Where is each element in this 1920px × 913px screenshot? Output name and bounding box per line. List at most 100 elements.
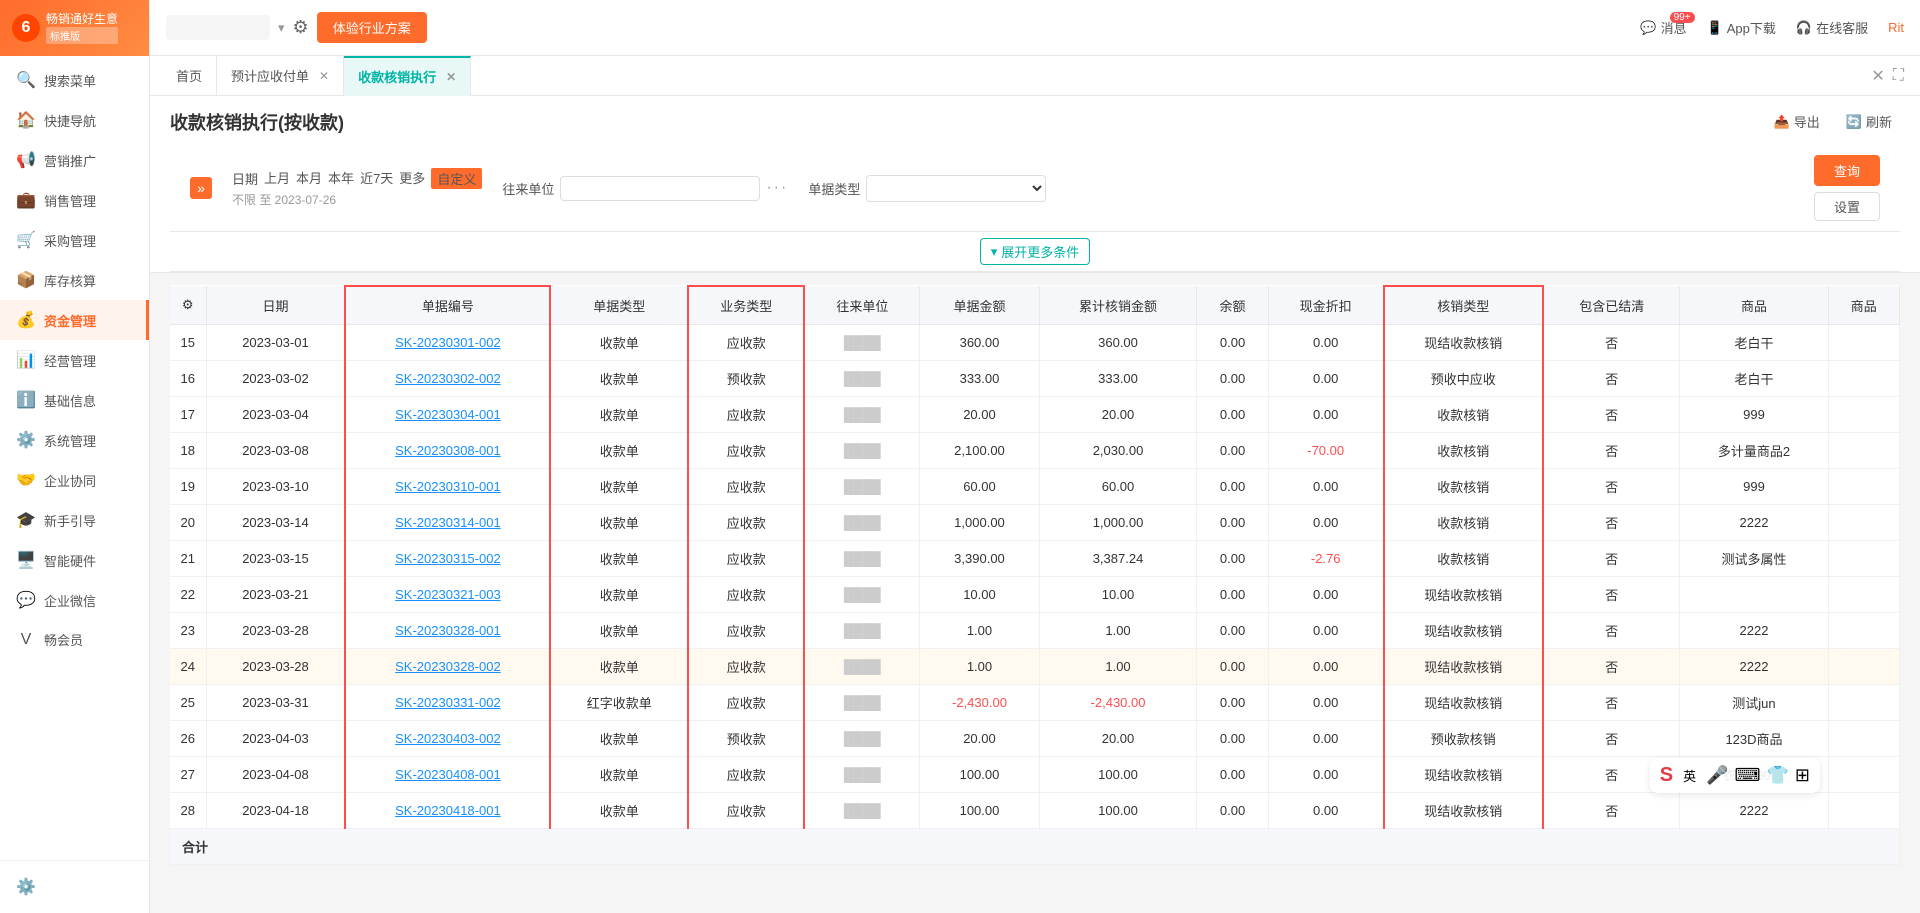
bill-no-link[interactable]: SK-20230418-001 xyxy=(395,803,501,818)
bill-no-link[interactable]: SK-20230408-001 xyxy=(395,767,501,782)
sidebar-item-marketing[interactable]: 📢 营销推广 xyxy=(0,140,149,180)
sidebar-item-basic[interactable]: ℹ️ 基础信息 xyxy=(0,380,149,420)
sidebar-item-shortcut[interactable]: 🏠 快捷导航 xyxy=(0,100,149,140)
cell-bill-no[interactable]: SK-20230328-002 xyxy=(345,649,550,685)
col-gear[interactable]: ⚙ xyxy=(170,286,206,325)
bill-no-link[interactable]: SK-20230328-001 xyxy=(395,623,501,638)
bill-type-select[interactable] xyxy=(866,175,1046,202)
cell-goods2 xyxy=(1828,613,1899,649)
date-custom[interactable]: 自定义 xyxy=(431,168,482,189)
topbar-search[interactable] xyxy=(166,15,270,40)
sidebar-item-purchase[interactable]: 🛒 采购管理 xyxy=(0,220,149,260)
sidebar-item-label: 库存核算 xyxy=(44,271,96,290)
bill-no-link[interactable]: SK-20230403-002 xyxy=(395,731,501,746)
partner-input[interactable] xyxy=(560,176,760,201)
user-name[interactable]: Rit xyxy=(1888,20,1904,35)
table-row: 252023-03-31SK-20230331-002红字收款单应收款████-… xyxy=(170,685,1900,721)
filter-toggle-button[interactable]: » xyxy=(190,177,212,199)
fullscreen-icon[interactable]: ⛶ xyxy=(1893,67,1904,85)
sidebar-item-settings[interactable]: ⚙️ xyxy=(0,869,149,905)
bill-no-link[interactable]: SK-20230315-002 xyxy=(395,551,501,566)
cell-bill-no[interactable]: SK-20230301-002 xyxy=(345,325,550,361)
table-row: 282023-04-18SK-20230418-001收款单应收款████100… xyxy=(170,793,1900,829)
tab-home[interactable]: 首页 xyxy=(162,56,217,96)
cell-bill-type: 收款单 xyxy=(550,721,688,757)
chevron-down-icon: ▾ xyxy=(991,244,998,260)
cell-bill-type: 收款单 xyxy=(550,649,688,685)
solution-button[interactable]: 体验行业方案 xyxy=(317,12,427,43)
cell-bill-no[interactable]: SK-20230331-002 xyxy=(345,685,550,721)
table-body: 152023-03-01SK-20230301-002收款单应收款████360… xyxy=(170,325,1900,829)
cell-verify-type: 现结收款核销 xyxy=(1384,325,1543,361)
cell-included: 否 xyxy=(1543,433,1680,469)
cell-bill-no[interactable]: SK-20230418-001 xyxy=(345,793,550,829)
cell-bill-no[interactable]: SK-20230302-002 xyxy=(345,361,550,397)
online-service-link[interactable]: 🎧 在线客服 xyxy=(1796,18,1868,37)
date-this-month[interactable]: 本月 xyxy=(296,168,322,189)
cell-amount: 20.00 xyxy=(920,721,1039,757)
cell-goods2 xyxy=(1828,469,1899,505)
cell-bill-no[interactable]: SK-20230308-001 xyxy=(345,433,550,469)
sidebar-item-sales[interactable]: 💼 销售管理 xyxy=(0,180,149,220)
settings-button[interactable]: 设置 xyxy=(1814,192,1880,221)
app-download-link[interactable]: 📱 App下载 xyxy=(1707,18,1776,37)
query-button[interactable]: 查询 xyxy=(1814,155,1880,186)
cell-balance: 0.00 xyxy=(1197,469,1268,505)
wechat-icon: 💬 xyxy=(16,590,36,610)
table-row: 232023-03-28SK-20230328-001收款单应收款████1.0… xyxy=(170,613,1900,649)
bill-no-link[interactable]: SK-20230308-001 xyxy=(395,443,501,458)
date-7days[interactable]: 近7天 xyxy=(360,168,393,189)
cell-bill-no[interactable]: SK-20230321-003 xyxy=(345,577,550,613)
message-badge[interactable]: 💬 消息 99+ xyxy=(1640,18,1686,37)
table-row: 172023-03-04SK-20230304-001收款单应收款████20.… xyxy=(170,397,1900,433)
cell-bill-no[interactable]: SK-20230328-001 xyxy=(345,613,550,649)
bill-no-link[interactable]: SK-20230310-001 xyxy=(395,479,501,494)
cell-bill-no[interactable]: SK-20230314-001 xyxy=(345,505,550,541)
dropdown-arrow-icon[interactable]: ▾ xyxy=(278,20,285,36)
cell-biz-type: 应收款 xyxy=(688,649,804,685)
cell-amount: -2,430.00 xyxy=(920,685,1039,721)
cell-bill-no[interactable]: SK-20230310-001 xyxy=(345,469,550,505)
bill-no-link[interactable]: SK-20230328-002 xyxy=(395,659,501,674)
export-button[interactable]: 📤 导出 xyxy=(1766,108,1828,135)
refresh-button[interactable]: 🔄 刷新 xyxy=(1838,108,1900,135)
bill-no-link[interactable]: SK-20230302-002 xyxy=(395,371,501,386)
close-tab-icon[interactable]: ✕ xyxy=(1871,66,1884,86)
tab-verification[interactable]: 收款核销执行 ✕ xyxy=(344,56,471,96)
bill-no-link[interactable]: SK-20230304-001 xyxy=(395,407,501,422)
sidebar-item-guide[interactable]: 🎓 新手引导 xyxy=(0,500,149,540)
sidebar-item-operations[interactable]: 📊 经营管理 xyxy=(0,340,149,380)
cell-bill-no[interactable]: SK-20230403-002 xyxy=(345,721,550,757)
sidebar-item-search[interactable]: 🔍 搜索菜单 xyxy=(0,60,149,100)
sidebar-nav: 🔍 搜索菜单 🏠 快捷导航 📢 营销推广 💼 销售管理 🛒 采购管理 📦 库存核… xyxy=(0,56,149,860)
date-this-year[interactable]: 本年 xyxy=(328,168,354,189)
cell-partner: ████ xyxy=(804,469,919,505)
cell-balance: 0.00 xyxy=(1197,541,1268,577)
col-biz-type: 业务类型 xyxy=(688,286,804,325)
tab-receivable[interactable]: 预计应收付单 ✕ xyxy=(217,56,344,96)
cell-bill-no[interactable]: SK-20230408-001 xyxy=(345,757,550,793)
sidebar-item-corp[interactable]: 🤝 企业协同 xyxy=(0,460,149,500)
cell-bill-no[interactable]: SK-20230304-001 xyxy=(345,397,550,433)
sidebar-logo: 6 畅销通好生意 标推版 xyxy=(0,0,149,56)
sidebar-item-member[interactable]: V 畅会员 xyxy=(0,620,149,659)
tab-close-icon[interactable]: ✕ xyxy=(319,69,329,83)
tab-close-active-icon[interactable]: ✕ xyxy=(446,70,456,84)
bill-no-link[interactable]: SK-20230301-002 xyxy=(395,335,501,350)
gear-icon[interactable]: ⚙ xyxy=(293,17,309,38)
table-row: 162023-03-02SK-20230302-002收款单预收款████333… xyxy=(170,361,1900,397)
sidebar-item-wechat[interactable]: 💬 企业微信 xyxy=(0,580,149,620)
sidebar-item-hardware[interactable]: 🖥️ 智能硬件 xyxy=(0,540,149,580)
date-more[interactable]: 更多 xyxy=(399,168,425,189)
bill-no-link[interactable]: SK-20230314-001 xyxy=(395,515,501,530)
date-last-month[interactable]: 上月 xyxy=(264,168,290,189)
cell-balance: 0.00 xyxy=(1197,793,1268,829)
bill-no-link[interactable]: SK-20230331-002 xyxy=(395,695,501,710)
expand-label: 展开更多条件 xyxy=(1001,242,1079,261)
expand-conditions-button[interactable]: ▾ 展开更多条件 xyxy=(980,238,1091,265)
sidebar-item-finance[interactable]: 💰 资金管理 xyxy=(0,300,149,340)
cell-bill-no[interactable]: SK-20230315-002 xyxy=(345,541,550,577)
sidebar-item-inventory[interactable]: 📦 库存核算 xyxy=(0,260,149,300)
sidebar-item-system[interactable]: ⚙️ 系统管理 xyxy=(0,420,149,460)
bill-no-link[interactable]: SK-20230321-003 xyxy=(395,587,501,602)
